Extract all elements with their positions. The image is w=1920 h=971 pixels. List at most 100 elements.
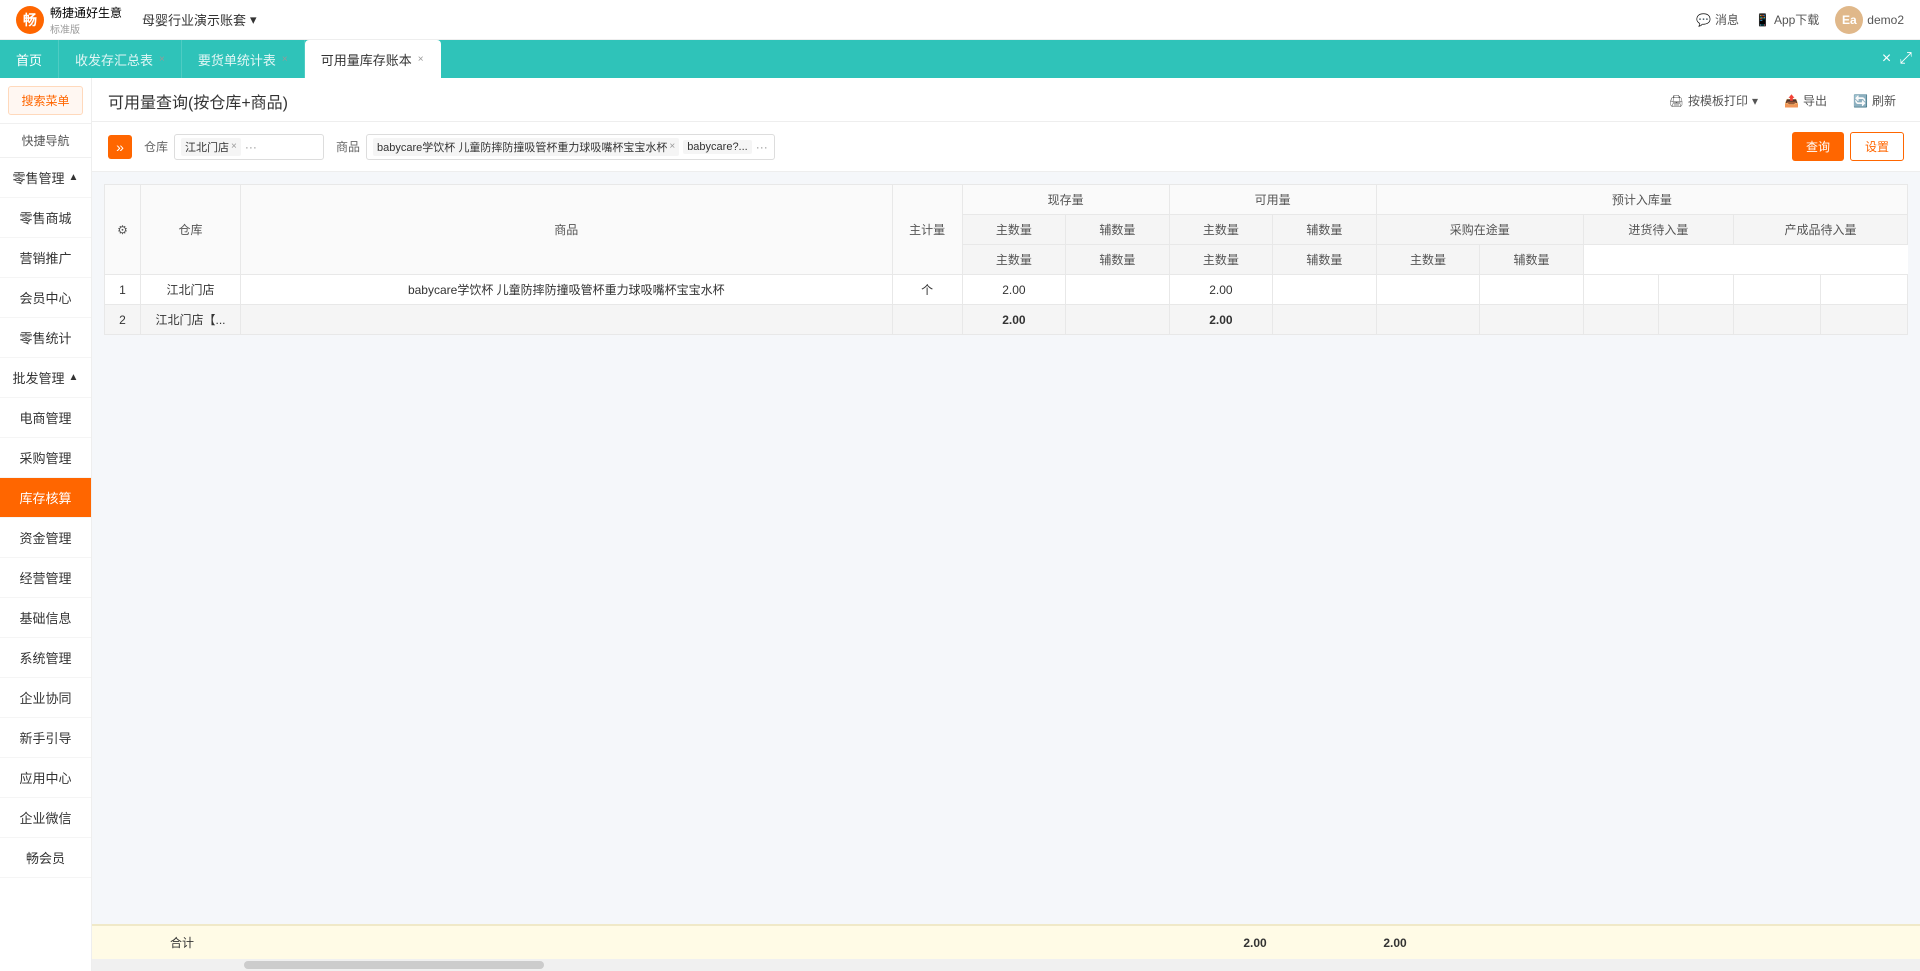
chevron-icon: ▲ — [69, 172, 79, 183]
page-header-actions: 🖨 按模板打印 ▾ 📤 导出 🔄 刷新 — [1661, 88, 1904, 113]
col-header-product-main: 主数量 — [1376, 245, 1480, 275]
sidebar-item-wechat[interactable]: 企业微信 — [0, 798, 91, 838]
tab-available-inventory[interactable]: 可用量库存账本 × — [305, 40, 441, 78]
cell-avail-aux — [1273, 275, 1377, 305]
message-action[interactable]: 💬 消息 — [1696, 11, 1739, 28]
settings-button[interactable]: 设置 — [1850, 132, 1904, 161]
sidebar-item-purchase[interactable]: 采购管理 — [0, 438, 91, 478]
refresh-button[interactable]: 🔄 刷新 — [1845, 88, 1904, 113]
warehouse-tag-jiangbei: 江北门店 × — [181, 138, 241, 156]
sidebar-quick-nav[interactable]: 快捷导航 — [0, 124, 91, 158]
scrollbar-thumb[interactable] — [244, 961, 544, 969]
sidebar-item-retail-stats[interactable]: 零售统计 — [0, 318, 91, 358]
cell-stock-main: 2.00 — [962, 275, 1066, 305]
cell-product: babycare学饮杯 儿童防摔防撞吸管杯重力球吸嘴杯宝宝水杯 — [241, 275, 893, 305]
chevron-down-icon-print: ▾ — [1752, 94, 1758, 108]
product-tag-babycare: babycare学饮杯 儿童防摔防撞吸管杯重力球吸嘴杯宝宝水杯 × — [373, 138, 679, 156]
top-bar: 畅 畅捷通好生意 标准版 母婴行业演示账套 ▾ 💬 消息 📱 App下载 Ea … — [0, 0, 1920, 40]
remove-warehouse-tag[interactable]: × — [231, 141, 237, 152]
sidebar-item-retail-mall[interactable]: 零售商城 — [0, 198, 91, 238]
user-profile[interactable]: Ea demo2 — [1835, 6, 1904, 34]
remove-product-tag[interactable]: × — [669, 141, 675, 152]
cell-seq-2: 2 — [105, 305, 141, 335]
cell-stock-aux — [1066, 275, 1170, 305]
col-header-product: 商品 — [241, 185, 893, 275]
summary-table: 合计 2.00 2.00 — [92, 926, 1920, 959]
tab-home[interactable]: 首页 — [0, 40, 59, 78]
close-tab-order[interactable]: × — [282, 54, 288, 65]
export-icon: 📤 — [1784, 94, 1799, 108]
product-label: 商品 — [336, 138, 360, 155]
summary-inbound-main — [1640, 926, 1710, 959]
cell-pur-transit-aux-2 — [1480, 305, 1584, 335]
table-area: ⚙ 仓库 商品 主计量 现存量 可用量 预计入库量 主数量 辅数量 主数量 辅数… — [92, 172, 1920, 924]
sidebar-item-wholesale-mgmt[interactable]: 批发管理 ▲ — [0, 358, 91, 398]
print-template-button[interactable]: 🖨 按模板打印 ▾ — [1661, 88, 1766, 113]
filter-expand-button[interactable]: » — [108, 135, 132, 159]
cell-pur-transit-aux — [1480, 275, 1584, 305]
col-header-pur-transit-main: 主数量 — [962, 245, 1066, 275]
avatar: Ea — [1835, 6, 1863, 34]
sidebar-item-guide[interactable]: 新手引导 — [0, 718, 91, 758]
more-icon[interactable]: ··· — [245, 140, 257, 154]
sidebar-search-area: 搜索菜单 — [0, 78, 91, 124]
horizontal-scrollbar[interactable] — [92, 959, 1920, 971]
col-header-avail-main: 主数量 — [1169, 215, 1273, 245]
warehouse-filter-group: 仓库 江北门店 × ··· — [144, 134, 324, 160]
product-tag-babycare2: babycare?... — [683, 140, 752, 154]
summary-empty2 — [232, 926, 1150, 959]
cell-warehouse: 江北门店 — [141, 275, 241, 305]
close-tab-receive[interactable]: × — [159, 54, 165, 65]
col-header-settings: ⚙ — [105, 185, 141, 275]
app-download-action[interactable]: 📱 App下载 — [1755, 11, 1819, 28]
sidebar-item-member-center[interactable]: 会员中心 — [0, 278, 91, 318]
sidebar-item-inventory[interactable]: 库存核算 — [0, 478, 91, 518]
sidebar-item-app-center[interactable]: 应用中心 — [0, 758, 91, 798]
sidebar-item-finance[interactable]: 资金管理 — [0, 518, 91, 558]
sidebar-item-marketing[interactable]: 营销推广 — [0, 238, 91, 278]
table-row: 1 江北门店 babycare学饮杯 儿童防摔防撞吸管杯重力球吸嘴杯宝宝水杯 个… — [105, 275, 1908, 305]
summary-avail-aux — [1430, 926, 1500, 959]
product-tags[interactable]: babycare学饮杯 儿童防摔防撞吸管杯重力球吸嘴杯宝宝水杯 × babyca… — [366, 134, 775, 160]
close-all-tabs-button[interactable]: × — [1882, 50, 1891, 68]
print-icon: 🖨 — [1669, 94, 1684, 108]
sidebar-item-retail-mgmt[interactable]: 零售管理 ▲ — [0, 158, 91, 198]
col-header-avail-aux: 辅数量 — [1273, 215, 1377, 245]
page-header: 可用量查询(按仓库+商品) 🖨 按模板打印 ▾ 📤 导出 🔄 刷新 — [92, 78, 1920, 122]
close-tab-inventory[interactable]: × — [418, 54, 424, 65]
cell-stock-aux-2 — [1066, 305, 1170, 335]
top-bar-right: 💬 消息 📱 App下载 Ea demo2 — [1696, 6, 1904, 34]
query-button[interactable]: 查询 — [1792, 132, 1844, 161]
tab-receive-summary[interactable]: 收发存汇总表 × — [59, 40, 182, 78]
sidebar-item-ecommerce[interactable]: 电商管理 — [0, 398, 91, 438]
cell-product-aux-2 — [1820, 305, 1907, 335]
cell-unit-2 — [892, 305, 962, 335]
cell-product-aux — [1820, 275, 1907, 305]
org-selector[interactable]: 母婴行业演示账套 ▾ — [142, 10, 257, 29]
warehouse-label: 仓库 — [144, 138, 168, 155]
col-header-inbound-wait: 进货待入量 — [1583, 215, 1733, 245]
table-row: 2 江北门店【... 2.00 2.00 — [105, 305, 1908, 335]
chevron-icon-2: ▲ — [69, 372, 79, 383]
sidebar-item-basic-info[interactable]: 基础信息 — [0, 598, 91, 638]
gear-icon[interactable]: ⚙ — [117, 223, 128, 237]
export-button[interactable]: 📤 导出 — [1776, 88, 1835, 113]
cell-pur-transit-main — [1376, 275, 1480, 305]
main-layout: 搜索菜单 快捷导航 零售管理 ▲ 零售商城 营销推广 会员中心 零售统计 批发管… — [0, 78, 1920, 971]
expand-button[interactable]: ⤢ — [1899, 50, 1912, 68]
sidebar-item-system[interactable]: 系统管理 — [0, 638, 91, 678]
col-header-stock-main: 主数量 — [962, 215, 1066, 245]
chevron-down-icon: ▾ — [250, 12, 257, 28]
nav-tabs: 首页 收发存汇总表 × 要货单统计表 × 可用量库存账本 × × ⤢ — [0, 40, 1920, 78]
cell-inbound-main-2 — [1583, 305, 1658, 335]
sidebar-item-operations[interactable]: 经营管理 — [0, 558, 91, 598]
table-footer: 合计 2.00 2.00 — [92, 924, 1920, 971]
tab-order-stats[interactable]: 要货单统计表 × — [182, 40, 305, 78]
sidebar-item-enterprise[interactable]: 企业协同 — [0, 678, 91, 718]
col-header-pur-transit: 采购在途量 — [1376, 215, 1583, 245]
summary-product-main — [1780, 926, 1850, 959]
warehouse-tags[interactable]: 江北门店 × ··· — [174, 134, 324, 160]
search-menu-button[interactable]: 搜索菜单 — [8, 86, 83, 115]
product-more-icon[interactable]: ··· — [756, 140, 768, 154]
sidebar-item-member[interactable]: 畅会员 — [0, 838, 91, 878]
